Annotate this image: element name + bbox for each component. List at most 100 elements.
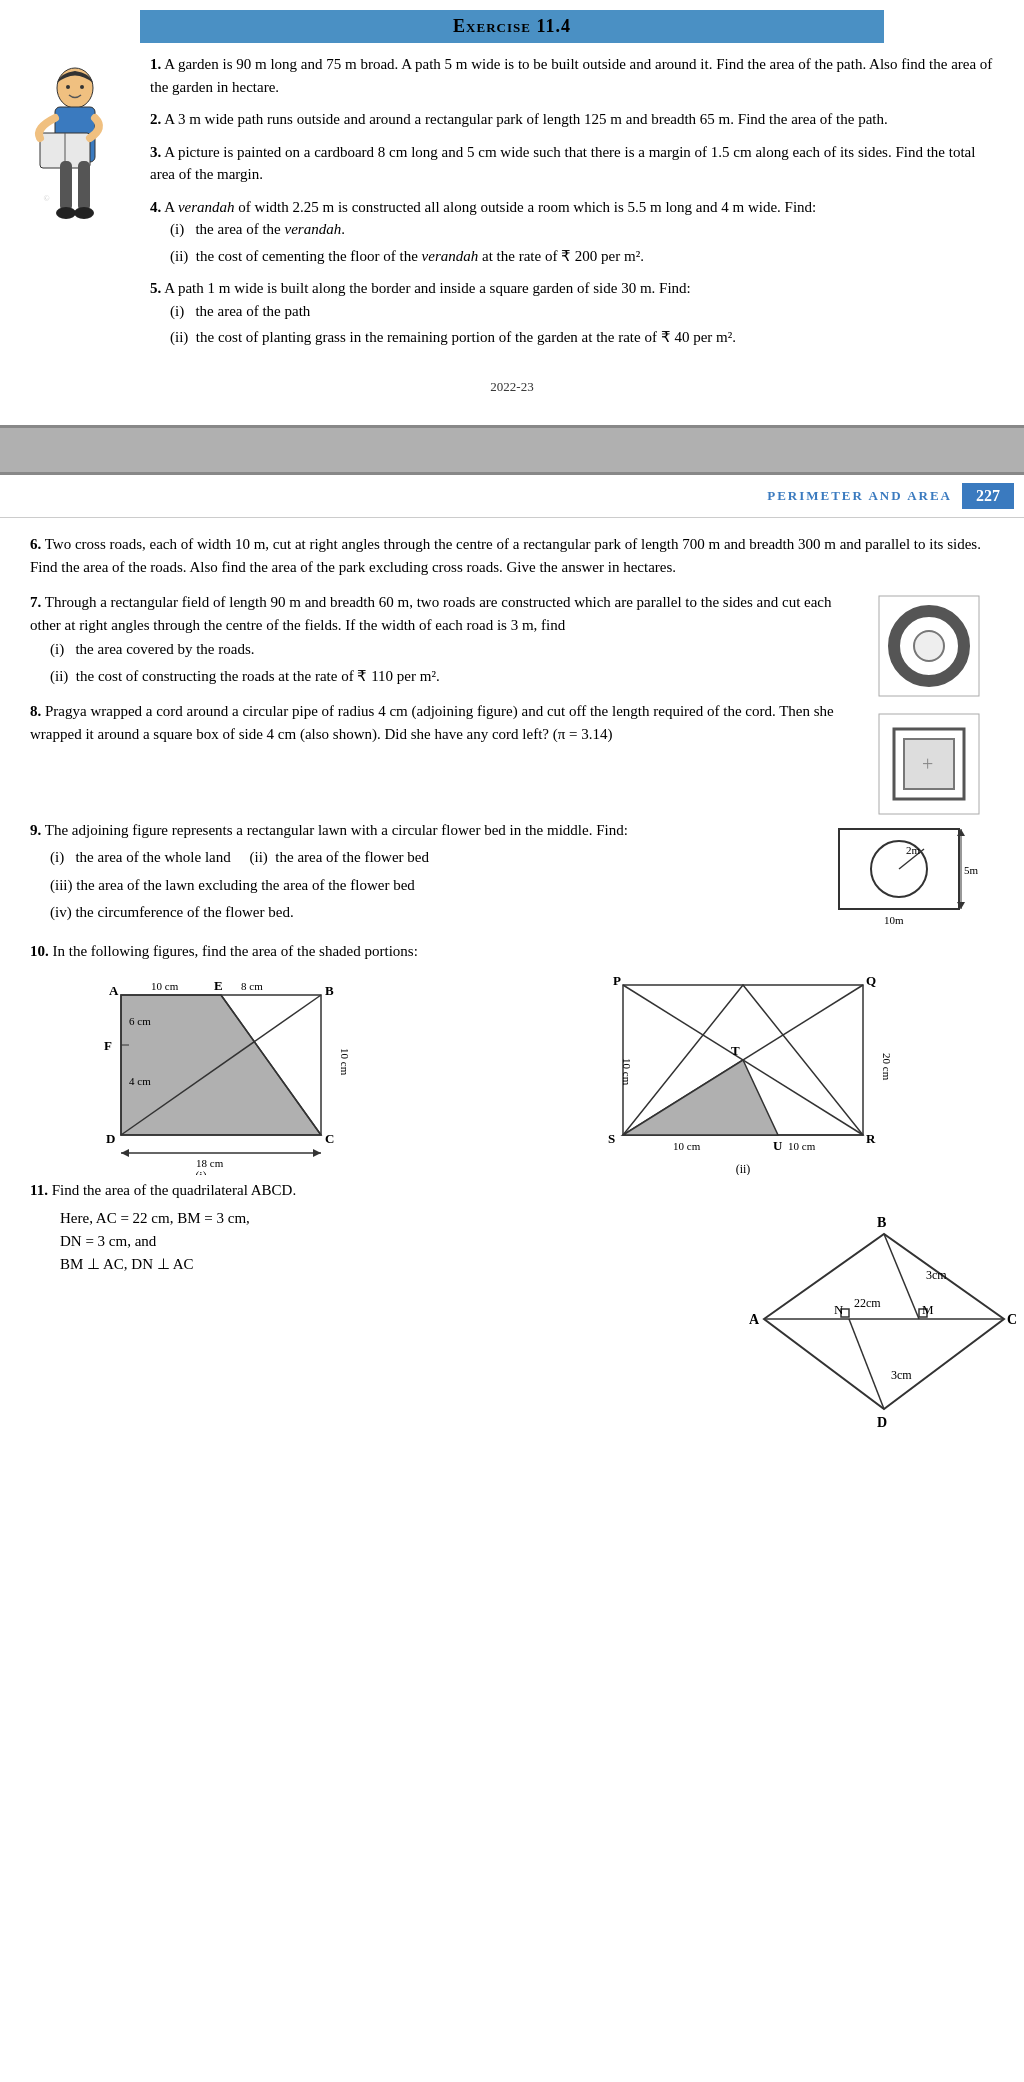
q10-figure-i: A E B D C F 10 cm 8 cm: [101, 975, 441, 1175]
svg-text:4 cm: 4 cm: [129, 1075, 151, 1087]
q2-text: A 3 m wide path runs outside and around …: [164, 111, 888, 127]
q11-line1: Here, AC = 22 cm, BM = 3 cm,: [60, 1207, 734, 1230]
svg-text:R: R: [866, 1131, 876, 1146]
svg-marker-71: [764, 1234, 1004, 1409]
bottom-questions: 6. Two cross roads, each of width 10 m, …: [0, 528, 1024, 1474]
question-9: 9. The adjoining figure represents a rec…: [30, 819, 824, 928]
q10-fig1: A E B D C F 10 cm 8 cm: [40, 975, 502, 1179]
student-illustration: ©: [10, 53, 140, 359]
year-label: 2022-23: [0, 379, 1024, 405]
svg-text:10 cm: 10 cm: [339, 1048, 351, 1076]
page-bottom: PERIMETER AND AREA 227 6. Two cross road…: [0, 475, 1024, 1504]
chapter-title: PERIMETER AND AREA: [10, 488, 962, 504]
q78-section: 7. Through a rectangular field of length…: [30, 591, 994, 819]
q9-text: 9. The adjoining figure represents a rec…: [30, 819, 824, 940]
question-7: 7. Through a rectangular field of length…: [30, 591, 864, 688]
page-separator: [0, 425, 1024, 475]
q3-text: A picture is painted on a cardboard 8 cm…: [150, 144, 975, 183]
q4-sub-ii: (ii) the cost of cementing the floor of …: [170, 245, 994, 268]
svg-text:22cm: 22cm: [854, 1296, 881, 1310]
svg-text:10 cm: 10 cm: [788, 1140, 816, 1152]
question-1: 1. A garden is 90 m long and 75 m broad.…: [150, 53, 994, 98]
svg-text:C: C: [1007, 1312, 1017, 1327]
svg-text:A: A: [109, 983, 119, 998]
q7-num: 7.: [30, 594, 41, 610]
question-8: 8. Pragya wrapped a cord around a circul…: [30, 700, 864, 747]
q7-text: Through a rectangular field of length 90…: [30, 594, 832, 633]
q4-sub-i: (i) the area of the verandah.: [170, 218, 994, 241]
q11-diagram: A B C D N M 22cm 3cm 3cm: [744, 1179, 994, 1463]
svg-text:+: +: [922, 753, 933, 775]
exercise-title: Exercise 11.4: [140, 10, 884, 43]
q11-line2: DN = 3 cm, and: [60, 1230, 734, 1253]
svg-text:F: F: [104, 1038, 112, 1053]
svg-point-6: [56, 207, 76, 219]
question-4: 4. A verandah of width 2.25 m is constru…: [150, 196, 994, 268]
svg-point-13: [914, 631, 944, 661]
q7-sub-i: (i) the area covered by the roads.: [50, 638, 864, 661]
svg-rect-4: [60, 161, 72, 211]
q9-sub-iii: (iii) the area of the lawn excluding the…: [50, 874, 429, 897]
q8-num: 8.: [30, 703, 41, 719]
question-9-section: 9. The adjoining figure represents a rec…: [30, 819, 994, 940]
page-top: Exercise 11.4: [0, 0, 1024, 425]
page-number: 227: [962, 483, 1014, 509]
svg-text:©: ©: [42, 193, 52, 204]
svg-text:3cm: 3cm: [891, 1368, 912, 1382]
q10-fig2: P Q R S T U 10 cm 10 cm 20 cm 10 cm: [522, 975, 984, 1179]
svg-text:Q: Q: [866, 975, 876, 988]
q9-sub-i: (i) the area of the whole land (ii) the …: [50, 846, 429, 869]
svg-text:10 cm: 10 cm: [673, 1140, 701, 1152]
q10-figure-ii: P Q R S T U 10 cm 10 cm 20 cm 10 cm: [603, 975, 903, 1175]
q5-num: 5.: [150, 280, 161, 296]
question-5: 5. A path 1 m wide is built along the bo…: [150, 277, 994, 349]
circular-pipe-figure: [874, 591, 984, 701]
q8-text: Pragya wrapped a cord around a circular …: [30, 703, 834, 742]
svg-text:6 cm: 6 cm: [129, 1015, 151, 1027]
q10-figures: A E B D C F 10 cm 8 cm: [30, 975, 994, 1179]
q5-sublist: (i) the area of the path (ii) the cost o…: [170, 300, 994, 349]
q11-num: 11.: [30, 1182, 48, 1198]
svg-text:2m: 2m: [906, 844, 921, 856]
question-10: 10. In the following figures, find the a…: [30, 940, 994, 963]
svg-text:10 cm: 10 cm: [151, 980, 179, 992]
square-box-figure: +: [874, 709, 984, 819]
question-11-section: 11. Find the area of the quadrilateral A…: [30, 1179, 994, 1463]
svg-text:N: N: [834, 1302, 844, 1317]
q7-sub-ii: (ii) the cost of constructing the roads …: [50, 665, 864, 688]
lawn-diagram: 2m 5m 10m: [834, 824, 989, 934]
svg-text:18 cm: 18 cm: [196, 1157, 224, 1169]
svg-text:3cm: 3cm: [926, 1268, 947, 1282]
svg-text:M: M: [922, 1302, 934, 1317]
q9-diagram: 2m 5m 10m: [834, 824, 994, 938]
svg-text:B: B: [877, 1215, 886, 1230]
svg-text:C: C: [325, 1131, 334, 1146]
svg-text:(i): (i): [195, 1169, 206, 1175]
q4-text: A verandah of width 2.25 m is constructe…: [164, 199, 816, 215]
q11-text-content: 11. Find the area of the quadrilateral A…: [30, 1179, 734, 1288]
q10-num: 10.: [30, 943, 49, 959]
question-6: 6. Two cross roads, each of width 10 m, …: [30, 533, 994, 580]
q6-num: 6.: [30, 536, 41, 552]
svg-text:5m: 5m: [964, 864, 979, 876]
svg-rect-5: [78, 161, 90, 211]
q6-text: Two cross roads, each of width 10 m, cut…: [30, 536, 981, 575]
q11-line3: BM ⊥ AC, DN ⊥ AC: [60, 1253, 734, 1276]
q10-text: In the following figures, find the area …: [53, 943, 418, 959]
svg-point-9: [80, 85, 84, 89]
q4-num: 4.: [150, 199, 161, 215]
quadrilateral-abcd: A B C D N M 22cm 3cm 3cm: [744, 1179, 1024, 1459]
q3-num: 3.: [150, 144, 161, 160]
q11-main: Find the area of the quadrilateral ABCD.: [52, 1182, 297, 1198]
q9-main-text: The adjoining figure represents a rectan…: [45, 822, 628, 838]
svg-text:D: D: [877, 1415, 887, 1430]
svg-text:U: U: [773, 1138, 783, 1153]
svg-text:10 cm: 10 cm: [621, 1058, 633, 1086]
q1-text: A garden is 90 m long and 75 m broad. A …: [150, 56, 992, 95]
q9-sub-iv: (iv) the circumference of the flower bed…: [50, 901, 429, 924]
q1-num: 1.: [150, 56, 161, 72]
question-2: 2. A 3 m wide path runs outside and arou…: [150, 108, 994, 131]
svg-text:P: P: [613, 975, 621, 988]
q11-details: Here, AC = 22 cm, BM = 3 cm, DN = 3 cm, …: [60, 1207, 734, 1277]
svg-text:D: D: [106, 1131, 115, 1146]
